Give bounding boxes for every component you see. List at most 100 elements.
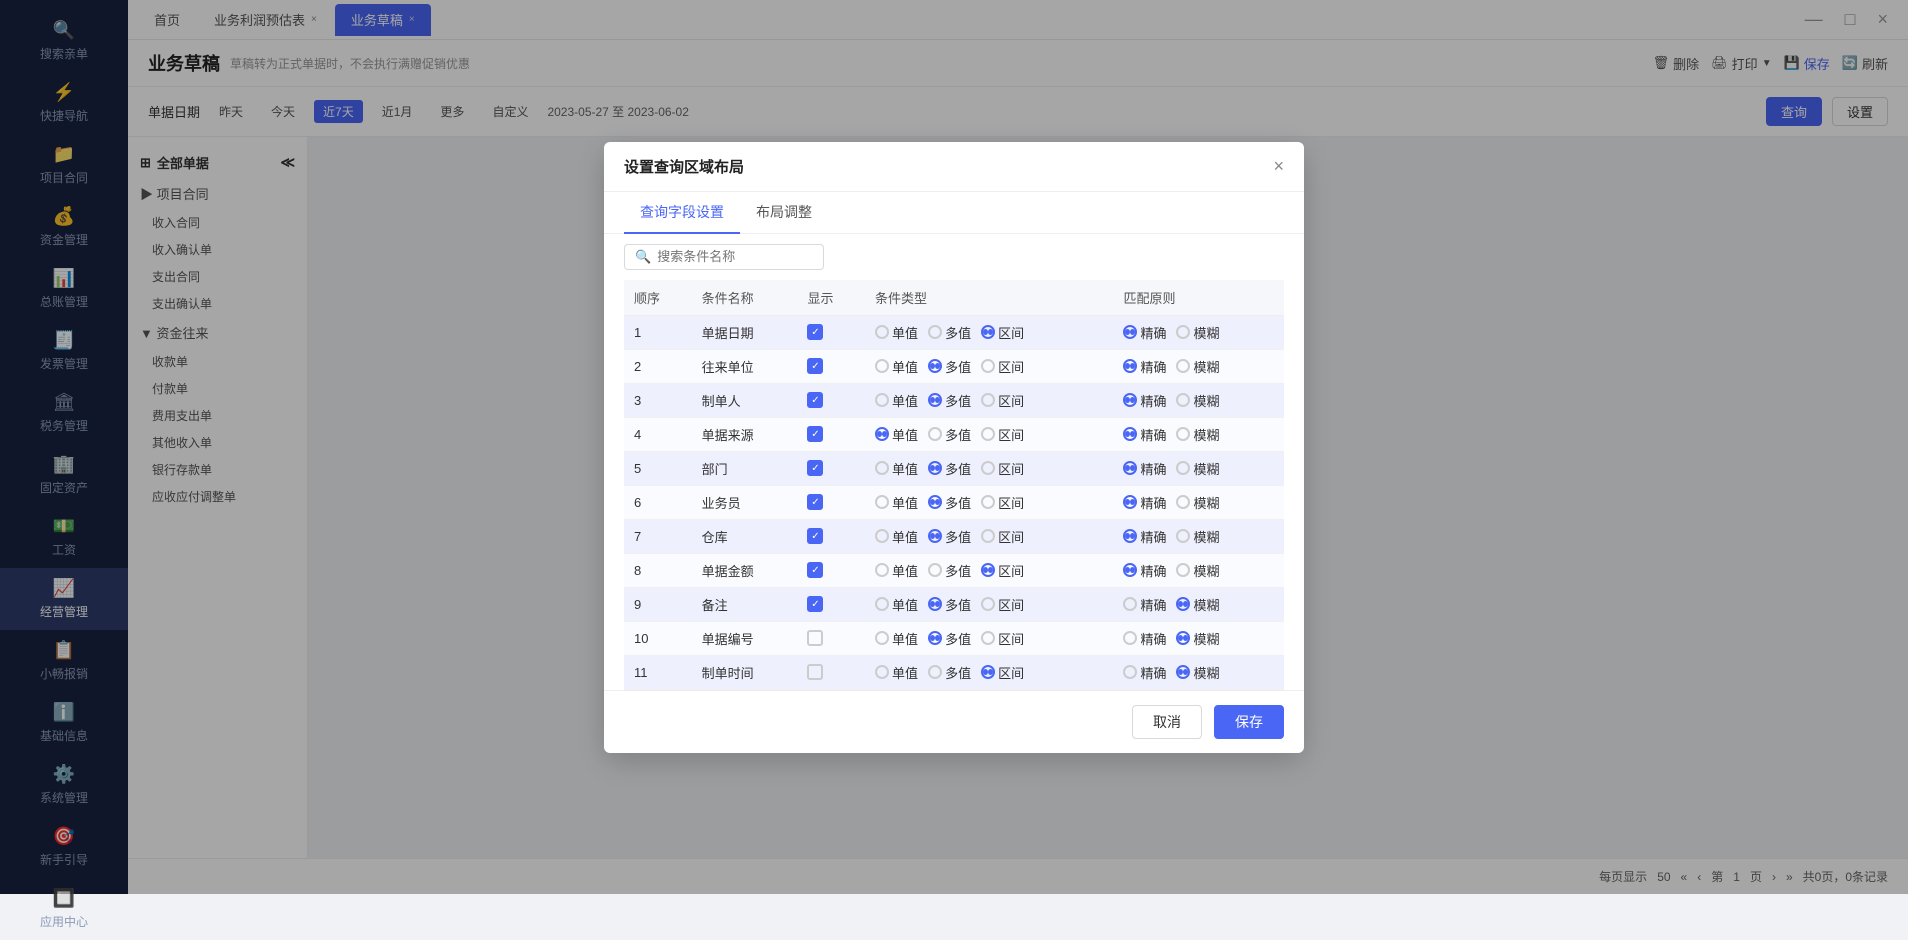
match-exact-option[interactable]: 精确	[1123, 595, 1166, 614]
dialog-close-button[interactable]: ×	[1273, 157, 1284, 175]
cell-show[interactable]: ✓	[797, 553, 865, 587]
save-dialog-button[interactable]: 保存	[1214, 705, 1284, 739]
type-single-option[interactable]: 单值	[875, 595, 918, 614]
match-fuzzy-option[interactable]: 模糊	[1176, 595, 1219, 614]
cell-show[interactable]: ✓	[797, 383, 865, 417]
type-range-radio[interactable]	[981, 325, 995, 339]
match-fuzzy-radio[interactable]	[1176, 495, 1190, 509]
type-multi-radio[interactable]	[928, 461, 942, 475]
type-range-option[interactable]: 区间	[981, 561, 1024, 580]
type-multi-radio[interactable]	[928, 495, 942, 509]
type-single-option[interactable]: 单值	[875, 459, 918, 478]
type-multi-option[interactable]: 多值	[928, 493, 971, 512]
type-range-radio[interactable]	[981, 563, 995, 577]
type-range-radio[interactable]	[981, 529, 995, 543]
match-exact-radio[interactable]	[1123, 631, 1137, 645]
match-fuzzy-option[interactable]: 模糊	[1176, 425, 1219, 444]
type-single-radio[interactable]	[875, 427, 889, 441]
type-range-radio[interactable]	[981, 495, 995, 509]
show-checkbox[interactable]	[807, 630, 823, 646]
type-multi-option[interactable]: 多值	[928, 391, 971, 410]
show-checkbox[interactable]: ✓	[807, 460, 823, 476]
match-exact-radio[interactable]	[1123, 359, 1137, 373]
dialog-tab-layout[interactable]: 布局调整	[740, 192, 828, 234]
type-multi-option[interactable]: 多值	[928, 357, 971, 376]
match-exact-radio[interactable]	[1123, 427, 1137, 441]
type-single-radio[interactable]	[875, 563, 889, 577]
type-single-radio[interactable]	[875, 529, 889, 543]
show-checkbox[interactable]: ✓	[807, 528, 823, 544]
type-range-option[interactable]: 区间	[981, 663, 1024, 682]
search-input[interactable]	[657, 249, 813, 264]
match-exact-radio[interactable]	[1123, 529, 1137, 543]
match-exact-radio[interactable]	[1123, 495, 1137, 509]
type-single-option[interactable]: 单值	[875, 357, 918, 376]
show-checkbox[interactable]	[807, 664, 823, 680]
match-exact-option[interactable]: 精确	[1123, 425, 1166, 444]
type-range-radio[interactable]	[981, 665, 995, 679]
match-fuzzy-radio[interactable]	[1176, 461, 1190, 475]
type-single-option[interactable]: 单值	[875, 493, 918, 512]
show-checkbox[interactable]: ✓	[807, 392, 823, 408]
show-checkbox[interactable]: ✓	[807, 426, 823, 442]
match-fuzzy-radio[interactable]	[1176, 665, 1190, 679]
match-fuzzy-radio[interactable]	[1176, 563, 1190, 577]
type-single-radio[interactable]	[875, 631, 889, 645]
type-single-radio[interactable]	[875, 461, 889, 475]
match-fuzzy-option[interactable]: 模糊	[1176, 663, 1219, 682]
type-multi-option[interactable]: 多值	[928, 561, 971, 580]
type-single-radio[interactable]	[875, 495, 889, 509]
show-checkbox[interactable]: ✓	[807, 494, 823, 510]
match-exact-option[interactable]: 精确	[1123, 459, 1166, 478]
match-fuzzy-radio[interactable]	[1176, 359, 1190, 373]
match-fuzzy-radio[interactable]	[1176, 325, 1190, 339]
type-single-radio[interactable]	[875, 597, 889, 611]
type-single-radio[interactable]	[875, 665, 889, 679]
match-exact-option[interactable]: 精确	[1123, 663, 1166, 682]
match-fuzzy-option[interactable]: 模糊	[1176, 357, 1219, 376]
match-exact-radio[interactable]	[1123, 393, 1137, 407]
type-single-option[interactable]: 单值	[875, 561, 918, 580]
type-range-radio[interactable]	[981, 393, 995, 407]
type-multi-radio[interactable]	[928, 563, 942, 577]
match-fuzzy-option[interactable]: 模糊	[1176, 459, 1219, 478]
type-range-option[interactable]: 区间	[981, 323, 1024, 342]
type-multi-radio[interactable]	[928, 325, 942, 339]
show-checkbox[interactable]: ✓	[807, 358, 823, 374]
match-fuzzy-option[interactable]: 模糊	[1176, 323, 1219, 342]
type-multi-radio[interactable]	[928, 631, 942, 645]
match-exact-option[interactable]: 精确	[1123, 527, 1166, 546]
match-fuzzy-option[interactable]: 模糊	[1176, 629, 1219, 648]
match-fuzzy-radio[interactable]	[1176, 393, 1190, 407]
type-range-option[interactable]: 区间	[981, 527, 1024, 546]
match-fuzzy-option[interactable]: 模糊	[1176, 561, 1219, 580]
type-range-radio[interactable]	[981, 597, 995, 611]
type-range-option[interactable]: 区间	[981, 629, 1024, 648]
match-exact-radio[interactable]	[1123, 563, 1137, 577]
cell-show[interactable]	[797, 655, 865, 689]
type-single-option[interactable]: 单值	[875, 527, 918, 546]
type-multi-radio[interactable]	[928, 597, 942, 611]
match-fuzzy-option[interactable]: 模糊	[1176, 493, 1219, 512]
type-range-option[interactable]: 区间	[981, 391, 1024, 410]
cell-show[interactable]	[797, 621, 865, 655]
cell-show[interactable]: ✓	[797, 485, 865, 519]
cell-show[interactable]: ✓	[797, 417, 865, 451]
match-exact-option[interactable]: 精确	[1123, 629, 1166, 648]
show-checkbox[interactable]: ✓	[807, 562, 823, 578]
match-exact-radio[interactable]	[1123, 597, 1137, 611]
type-multi-radio[interactable]	[928, 529, 942, 543]
type-single-radio[interactable]	[875, 359, 889, 373]
type-multi-option[interactable]: 多值	[928, 527, 971, 546]
type-range-option[interactable]: 区间	[981, 459, 1024, 478]
match-exact-option[interactable]: 精确	[1123, 493, 1166, 512]
cell-show[interactable]: ✓	[797, 451, 865, 485]
show-checkbox[interactable]: ✓	[807, 324, 823, 340]
match-fuzzy-radio[interactable]	[1176, 529, 1190, 543]
type-single-radio[interactable]	[875, 393, 889, 407]
type-multi-option[interactable]: 多值	[928, 629, 971, 648]
match-fuzzy-radio[interactable]	[1176, 631, 1190, 645]
type-single-option[interactable]: 单值	[875, 391, 918, 410]
match-fuzzy-option[interactable]: 模糊	[1176, 527, 1219, 546]
match-fuzzy-radio[interactable]	[1176, 427, 1190, 441]
